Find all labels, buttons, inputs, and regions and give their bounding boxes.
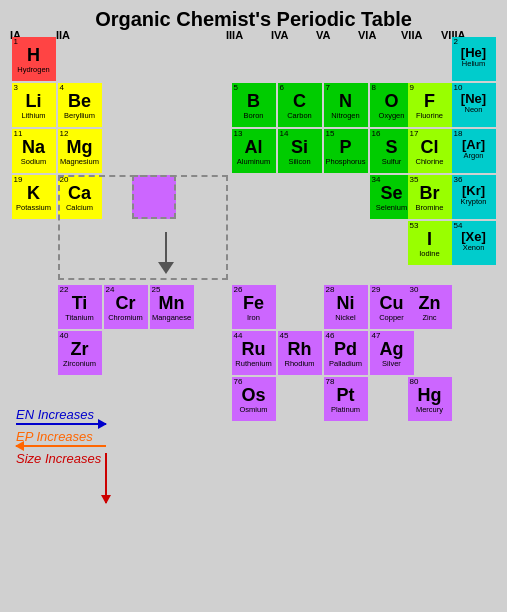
element-Zr: 40 Zr Zirconium [58,331,102,375]
element-Al: 13 Al Aluminum [232,129,276,173]
ep-arrow-head [15,441,24,451]
element-Pd: 46 Pd Palladium [324,331,368,375]
element-Ar: 18 [Ar] Argon [452,129,496,173]
en-arrow-head [98,419,107,429]
element-Zn: 30 Zn Zinc [408,285,452,329]
element-Na: 11 Na Sodium [12,129,56,173]
element-F: 9 F Fluorine [408,83,452,127]
element-Mg: 12 Mg Magnesium [58,129,102,173]
periodic-table-area: IA IIA IIIA IVA VA VIA VIIA VIIIA 1 H Hy… [0,35,507,503]
element-Ni: 28 Ni Nickel [324,285,368,329]
element-Br: 35 Br Bromine [408,175,452,219]
element-Ru: 44 Ru Ruthenium [232,331,276,375]
element-C: 6 C Carbon [278,83,322,127]
element-Xe: 54 [Xe] Xenon [452,221,496,265]
element-P: 15 P Phosphorus [324,129,368,173]
en-legend-label: EN Increases [16,407,501,422]
element-Si: 14 Si Silicon [278,129,322,173]
element-Mn: 25 Mn Manganese [150,285,194,329]
element-Kr: 36 [Kr] Krypton [452,175,496,219]
en-legend-item: EN Increases [16,407,501,425]
element-B: 5 B Boron [232,83,276,127]
ep-arrow-shaft [16,445,106,447]
page-title: Organic Chemist's Periodic Table [0,0,507,35]
dashed-placeholder [132,175,176,219]
element-Cl: 17 Cl Chlorine [408,129,452,173]
en-arrow [16,423,501,425]
element-Ti: 22 Ti Titanium [58,285,102,329]
element-N: 7 N Nitrogen [324,83,368,127]
element-Ag: 47 Ag Silver [370,331,414,375]
en-arrow-shaft [16,423,106,425]
ep-legend-label: EP Increases [16,429,501,444]
element-Fe: 26 Fe Iron [232,285,276,329]
element-Li: 3 Li Lithium [12,83,56,127]
ep-arrow [16,445,501,447]
element-He: 2 [He] Helium [452,37,496,81]
transition-arrow [158,232,174,274]
size-arrow-shaft [105,453,107,503]
size-arrow-head [101,495,111,504]
element-Ca: 20 Ca Calcium [58,175,102,219]
size-legend-label: Size Increases [16,451,101,466]
size-legend-item: Size Increases [16,451,501,503]
grid-container: 1 H Hydrogen 2 [He] Helium 3 Li Lithium … [8,37,500,457]
element-H: 1 H Hydrogen [12,37,56,81]
element-Be: 4 Be Beryllium [58,83,102,127]
legend-area: EN Increases EP Increases Size Increases [6,407,501,503]
element-K: 19 K Potassium [12,175,56,219]
element-Cr: 24 Cr Chromium [104,285,148,329]
element-I: 53 I Iodine [408,221,452,265]
ep-legend-item: EP Increases [16,429,501,447]
element-Ne: 10 [Ne] Neon [452,83,496,127]
size-arrow [105,453,107,503]
element-Rh: 45 Rh Rhodium [278,331,322,375]
